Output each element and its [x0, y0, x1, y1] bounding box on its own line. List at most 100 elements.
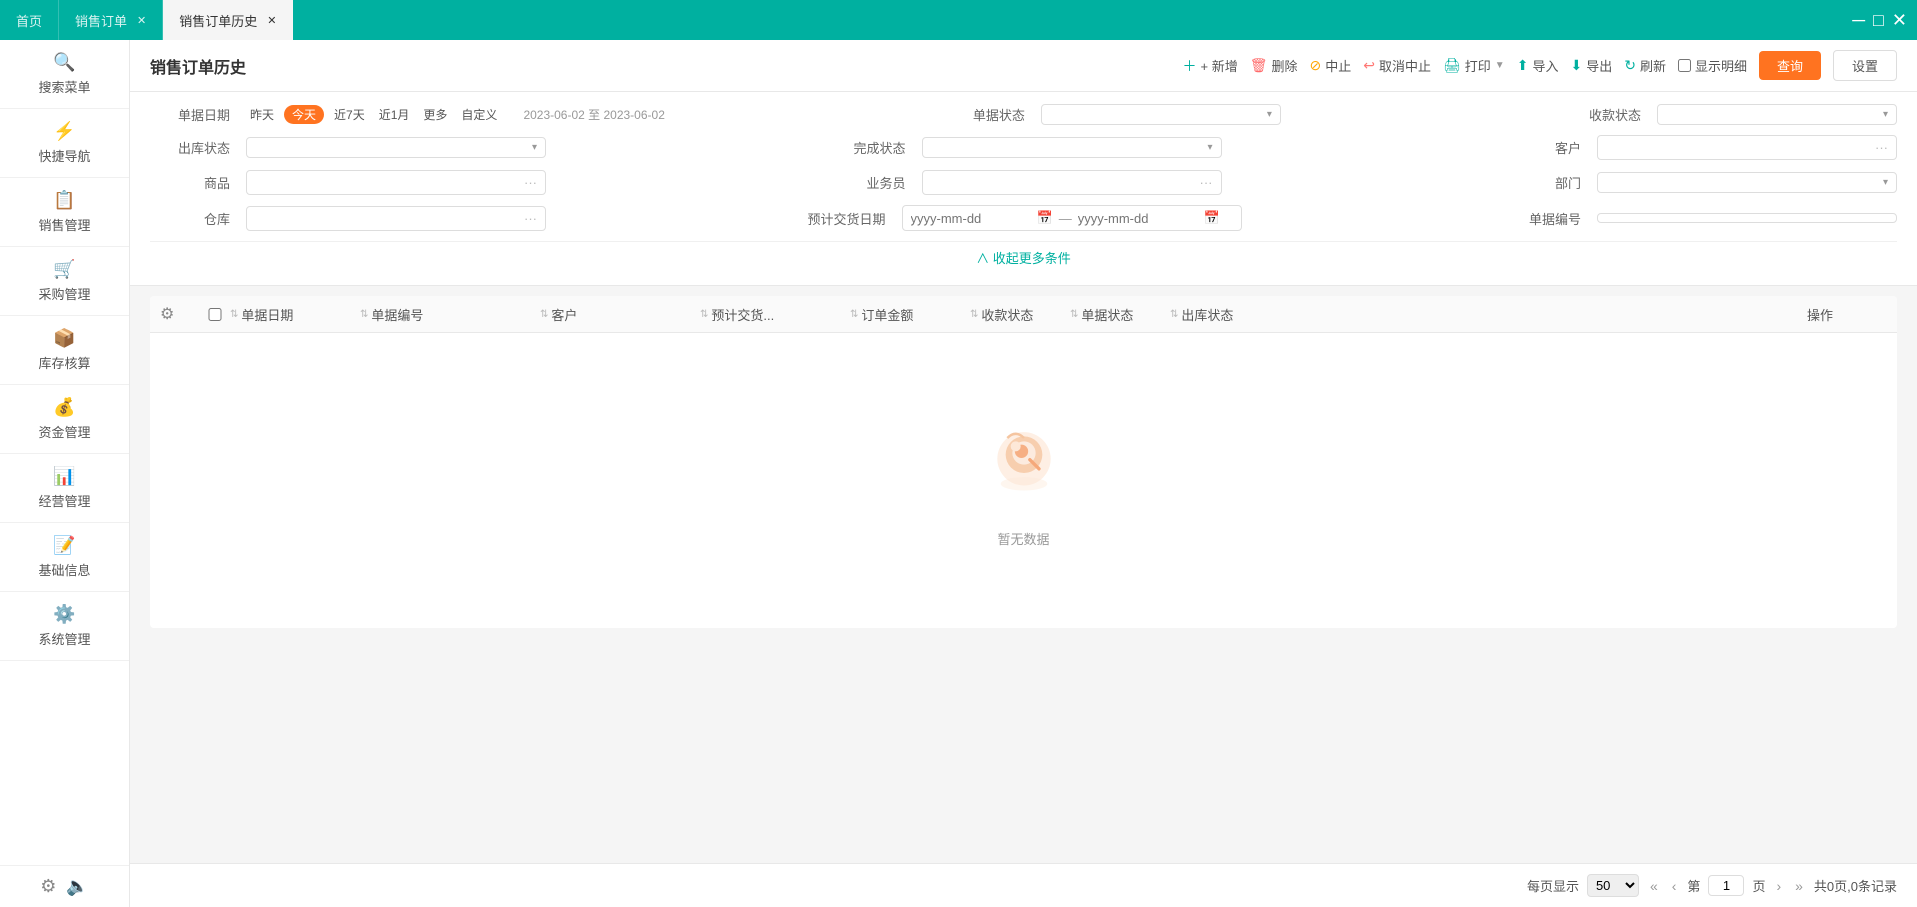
product-label: 商品: [150, 173, 230, 192]
inventory-icon: 📦: [53, 328, 75, 349]
sidebar-item-search-menu[interactable]: 🔍 搜索菜单: [0, 40, 129, 109]
filter-row-3: 商品 ··· 业务员 ··· 部门 ▾: [150, 170, 1897, 195]
shortcut-yesterday[interactable]: 昨天: [246, 105, 278, 124]
gear-icon[interactable]: ⚙: [160, 304, 200, 324]
col-bill-status[interactable]: ⇅ 单据状态: [1070, 305, 1170, 324]
import-button[interactable]: ⬆ 导入: [1517, 56, 1559, 75]
tab-sales-history-close[interactable]: ✕: [267, 14, 276, 27]
display-detail-control: 显示明细: [1678, 56, 1747, 75]
col-actions-label: 操作: [1807, 305, 1833, 324]
shortcut-today[interactable]: 今天: [284, 105, 324, 124]
sys-mgmt-icon: ⚙️: [53, 604, 75, 625]
tab-sales-history[interactable]: 销售订单历史 ✕: [163, 0, 293, 40]
minimize-icon[interactable]: ─: [1852, 10, 1865, 31]
print-arrow-icon: ▼: [1495, 60, 1505, 71]
page-of-label: 页: [1752, 876, 1765, 895]
col-customer[interactable]: ⇅ 客户: [540, 305, 700, 324]
sidebar-item-operations[interactable]: 📊 经营管理: [0, 454, 129, 523]
bill-no-input[interactable]: [1597, 213, 1897, 223]
col-customer-label: 客户: [551, 305, 577, 324]
shortcut-1month[interactable]: 近1月: [375, 105, 414, 124]
sidebar-item-sales-mgmt[interactable]: 📋 销售管理: [0, 178, 129, 247]
col-customer-sort-icon: ⇅: [540, 309, 548, 320]
department-select[interactable]: ▾: [1597, 172, 1897, 193]
col-date[interactable]: ⇅ 单据日期: [230, 305, 360, 324]
tab-home[interactable]: 首页: [0, 0, 59, 40]
sidebar-item-quick-nav[interactable]: ⚡ 快捷导航: [0, 109, 129, 178]
query-button[interactable]: 查询: [1759, 51, 1821, 80]
product-input[interactable]: ···: [246, 170, 546, 195]
sidebar-item-sys-mgmt[interactable]: ⚙️ 系统管理: [0, 592, 129, 661]
sidebar: 🔍 搜索菜单 ⚡ 快捷导航 📋 销售管理 🛒 采购管理 📦 库存核算 💰 资金管…: [0, 40, 130, 907]
shortcut-7days[interactable]: 近7天: [330, 105, 369, 124]
customer-input[interactable]: ···: [1597, 135, 1897, 160]
tab-sales-order-label: 销售订单: [75, 11, 127, 30]
col-amount-sort-icon: ⇅: [850, 309, 858, 320]
sidebar-item-finance[interactable]: 💰 资金管理: [0, 385, 129, 454]
maximize-icon[interactable]: □: [1873, 10, 1884, 31]
salesperson-input[interactable]: ···: [922, 170, 1222, 195]
payment-status-select[interactable]: ▾: [1657, 104, 1897, 125]
close-icon[interactable]: ✕: [1892, 10, 1907, 31]
col-delivery-sort-icon: ⇅: [700, 309, 708, 320]
set-button[interactable]: 设置: [1833, 50, 1897, 81]
col-delivery[interactable]: ⇅ 预计交货...: [700, 305, 850, 324]
settings-icon[interactable]: ⚙: [40, 876, 56, 897]
stop-button[interactable]: ⊘ 中止: [1310, 56, 1352, 75]
delivery-date-to-cal-icon[interactable]: 📅: [1204, 210, 1220, 226]
bill-status-select[interactable]: ▾: [1041, 104, 1281, 125]
collapse-bar[interactable]: ∧ 收起更多条件: [150, 241, 1897, 273]
date-label: 单据日期: [150, 105, 230, 124]
col-payment-label: 收款状态: [981, 305, 1033, 324]
page-title: 销售订单历史: [150, 54, 246, 78]
select-all-checkbox[interactable]: [200, 308, 230, 321]
salesperson-label: 业务员: [826, 173, 906, 192]
prev-page-icon[interactable]: ‹: [1669, 878, 1680, 894]
tab-sales-order[interactable]: 销售订单 ✕: [59, 0, 163, 40]
delivery-date-from-cal-icon[interactable]: 📅: [1037, 210, 1053, 226]
print-button[interactable]: 🖨 打印 ▼: [1443, 56, 1505, 75]
first-page-icon[interactable]: «: [1647, 878, 1661, 894]
last-page-icon[interactable]: »: [1792, 878, 1806, 894]
delete-button[interactable]: 🗑 删除: [1250, 56, 1298, 75]
sidebar-item-purchase-mgmt[interactable]: 🛒 采购管理: [0, 247, 129, 316]
current-page-input[interactable]: [1708, 875, 1744, 896]
new-button[interactable]: ＋ + 新增: [1182, 56, 1237, 76]
sidebar-item-finance-label: 资金管理: [38, 422, 90, 441]
refresh-button[interactable]: ↻ 刷新: [1624, 56, 1666, 75]
shortcut-more[interactable]: 更多: [419, 105, 451, 124]
tab-sales-history-label: 销售订单历史: [179, 11, 257, 30]
display-detail-checkbox[interactable]: [1678, 59, 1691, 72]
refresh-label: 刷新: [1640, 56, 1666, 75]
filter-row-4: 仓库 ··· 预计交货日期 📅 — 📅 单据编号: [150, 205, 1897, 231]
sidebar-item-quick-nav-label: 快捷导航: [38, 146, 90, 165]
col-no[interactable]: ⇅ 单据编号: [360, 305, 540, 324]
col-payment[interactable]: ⇅ 收款状态: [970, 305, 1070, 324]
col-amount[interactable]: ⇅ 订单金额: [850, 305, 970, 324]
col-warehouse[interactable]: ⇅ 出库状态: [1170, 305, 1270, 324]
page-size-select[interactable]: 50 100 200: [1587, 874, 1639, 897]
complete-status-select[interactable]: ▾: [922, 137, 1222, 158]
warehouse-input[interactable]: ···: [246, 206, 546, 231]
tab-sales-order-close[interactable]: ✕: [137, 14, 146, 27]
display-detail-label: 显示明细: [1695, 56, 1747, 75]
customer-label: 客户: [1501, 138, 1581, 157]
warehouse-status-select[interactable]: ▾: [246, 137, 546, 158]
empty-text: 暂无数据: [997, 529, 1049, 548]
sidebar-item-sys-mgmt-label: 系统管理: [38, 629, 90, 648]
sidebar-item-base-info[interactable]: 📝 基础信息: [0, 523, 129, 592]
base-info-icon: 📝: [53, 535, 75, 556]
department-arrow-icon: ▾: [1883, 177, 1888, 188]
tab-list: 首页 销售订单 ✕ 销售订单历史 ✕: [0, 0, 1852, 40]
export-button[interactable]: ⬇ 导出: [1570, 56, 1612, 75]
cancel-button[interactable]: ↩ 取消中止: [1363, 56, 1431, 75]
next-page-icon[interactable]: ›: [1773, 878, 1784, 894]
shortcut-custom[interactable]: 自定义: [457, 105, 501, 124]
delivery-date-to[interactable]: [1078, 211, 1198, 226]
delete-label: 删除: [1271, 56, 1297, 75]
delivery-date-from[interactable]: [911, 211, 1031, 226]
date-range-display: 2023-06-02 至 2023-06-02: [523, 106, 664, 123]
audio-icon[interactable]: 🔈: [66, 876, 88, 897]
sidebar-item-inventory[interactable]: 📦 库存核算: [0, 316, 129, 385]
top-bar-controls: ─ □ ✕: [1852, 10, 1917, 31]
